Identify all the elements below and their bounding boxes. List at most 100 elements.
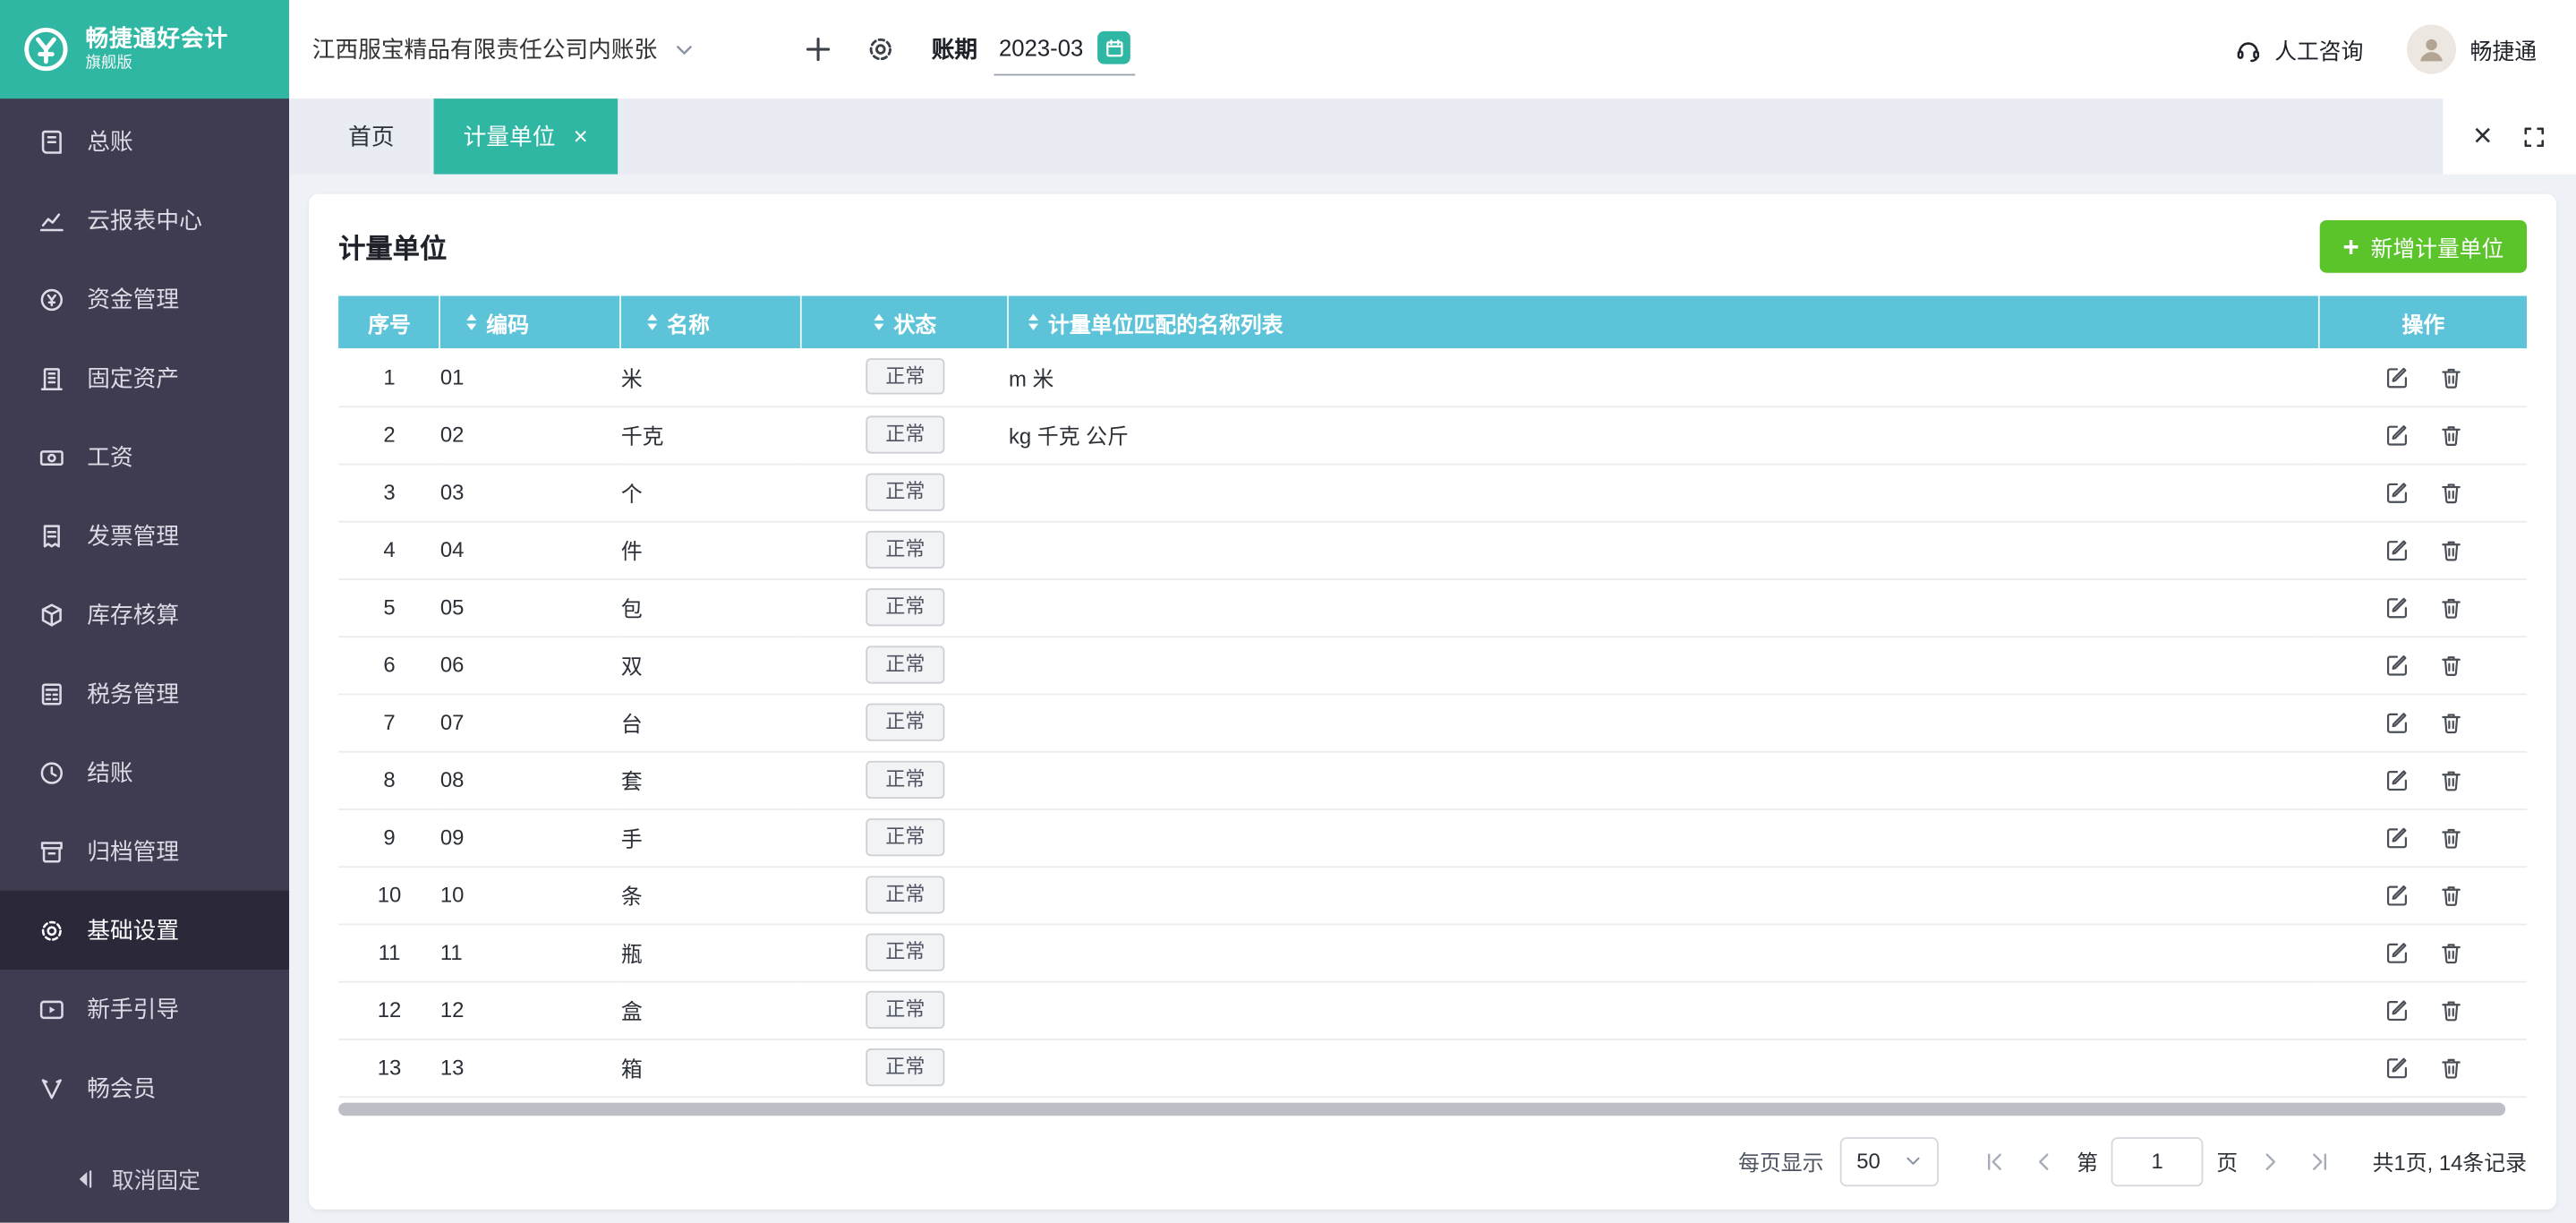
edit-icon[interactable]: [2383, 422, 2409, 448]
first-page-icon[interactable]: [1975, 1142, 2014, 1181]
column-label: 名称: [667, 311, 710, 337]
sidebar-item-label: 固定资产: [87, 364, 180, 391]
column-header-3[interactable]: 名称: [620, 295, 802, 349]
edit-icon[interactable]: [2383, 710, 2409, 736]
next-page-icon[interactable]: [2251, 1142, 2290, 1181]
cell-actions: [2319, 348, 2527, 407]
delete-icon[interactable]: [2437, 1055, 2463, 1081]
cell-status: 正常: [801, 406, 1009, 465]
cell-code: 12: [439, 980, 621, 1039]
edit-icon[interactable]: [2383, 594, 2409, 620]
sort-icon[interactable]: [647, 313, 658, 330]
cell-aliases: [1008, 808, 2320, 868]
main-column: 江西服宝精品有限责任公司内账张 账期 2023-03 人工咨询 畅捷通 首页 计…: [289, 0, 2576, 1223]
period-picker[interactable]: 2023-03: [994, 23, 1137, 76]
edit-icon[interactable]: [2383, 997, 2409, 1023]
sidebar-item-4[interactable]: 固定资产: [0, 338, 289, 417]
sort-icon[interactable]: [874, 313, 884, 330]
sidebar-item-1[interactable]: 总账: [0, 102, 289, 181]
delete-icon[interactable]: [2437, 480, 2463, 506]
sidebar-item-8[interactable]: 税务管理: [0, 654, 289, 733]
add-unit-button[interactable]: + 新增计量单位: [2319, 219, 2527, 273]
column-label: 编码: [486, 311, 530, 337]
support-button[interactable]: 人工咨询: [2233, 33, 2363, 66]
delete-icon[interactable]: [2437, 537, 2463, 563]
delete-icon[interactable]: [2437, 997, 2463, 1023]
sidebar-item-12[interactable]: 新手引导: [0, 970, 289, 1048]
close-tab-icon[interactable]: ×: [2473, 120, 2492, 153]
cell-status: 正常: [801, 636, 1009, 695]
cell-code: 04: [439, 520, 621, 580]
sidebar-item-9[interactable]: 结账: [0, 733, 289, 812]
sidebar-item-10[interactable]: 归档管理: [0, 812, 289, 891]
edit-icon[interactable]: [2383, 480, 2409, 506]
column-header-2[interactable]: 编码: [439, 295, 621, 349]
delete-icon[interactable]: [2437, 767, 2463, 793]
column-label: 操作: [2401, 311, 2445, 337]
delete-icon[interactable]: [2437, 652, 2463, 678]
fixed-assets-icon: [38, 364, 65, 392]
delete-icon[interactable]: [2437, 422, 2463, 448]
edit-icon[interactable]: [2383, 1055, 2409, 1081]
edit-icon[interactable]: [2383, 825, 2409, 851]
cell-status: 正常: [801, 923, 1009, 982]
fullscreen-icon[interactable]: [2521, 124, 2546, 150]
cell-status: 正常: [801, 520, 1009, 580]
page-prefix: 第: [2077, 1150, 2099, 1176]
sidebar-item-5[interactable]: 工资: [0, 417, 289, 496]
edit-icon[interactable]: [2383, 882, 2409, 908]
tab-close-icon[interactable]: ×: [574, 124, 588, 150]
sort-icon[interactable]: [1028, 313, 1039, 330]
cell-code: 09: [439, 808, 621, 868]
sidebar-item-11[interactable]: 基础设置: [0, 890, 290, 970]
company-selector[interactable]: 江西服宝精品有限责任公司内账张: [312, 33, 695, 66]
cell-name: 米: [620, 348, 802, 407]
gear-icon[interactable]: [866, 35, 895, 64]
edit-icon[interactable]: [2383, 364, 2409, 390]
column-header-4[interactable]: 状态: [801, 295, 1009, 349]
table-row-8: 8 08 套 正常: [338, 750, 2527, 809]
status-badge: 正常: [866, 991, 945, 1029]
delete-icon[interactable]: [2437, 940, 2463, 966]
edit-icon[interactable]: [2383, 940, 2409, 966]
username[interactable]: 畅捷通: [2470, 33, 2537, 66]
sidebar-item-3[interactable]: 资金管理: [0, 260, 289, 338]
sidebar-item-6[interactable]: 发票管理: [0, 496, 289, 575]
cell-code: 03: [439, 463, 621, 522]
page-number-input[interactable]: [2111, 1136, 2204, 1186]
sidebar-item-label: 资金管理: [87, 286, 180, 312]
tab-1[interactable]: 首页: [309, 98, 433, 174]
sidebar-item-label: 总账: [87, 128, 133, 155]
cell-aliases: [1008, 463, 2320, 522]
edit-icon[interactable]: [2383, 652, 2409, 678]
cell-seq: 11: [338, 923, 440, 982]
salary-icon: [38, 443, 65, 471]
delete-icon[interactable]: [2437, 710, 2463, 736]
status-badge: 正常: [866, 531, 945, 569]
scrollbar-thumb[interactable]: [338, 1101, 2505, 1116]
edit-icon[interactable]: [2383, 537, 2409, 563]
delete-icon[interactable]: [2437, 364, 2463, 390]
per-page-select[interactable]: 50: [1839, 1136, 1939, 1186]
cell-status: 正常: [801, 750, 1009, 809]
delete-icon[interactable]: [2437, 594, 2463, 620]
cell-status: 正常: [801, 808, 1009, 868]
prev-page-icon[interactable]: [2024, 1142, 2063, 1181]
unpin-sidebar-button[interactable]: 取消固定: [0, 1133, 289, 1222]
add-account-icon[interactable]: [804, 35, 833, 64]
delete-icon[interactable]: [2437, 882, 2463, 908]
column-header-5[interactable]: 计量单位匹配的名称列表: [1008, 295, 2320, 349]
sidebar-item-7[interactable]: 库存核算: [0, 575, 289, 654]
cell-name: 箱: [620, 1039, 802, 1098]
horizontal-scrollbar[interactable]: [338, 1101, 2527, 1116]
avatar[interactable]: [2406, 24, 2456, 74]
sidebar-item-13[interactable]: 畅会员: [0, 1048, 289, 1127]
edit-icon[interactable]: [2383, 767, 2409, 793]
sidebar-item-2[interactable]: 云报表中心: [0, 181, 289, 260]
tab-2[interactable]: 计量单位 ×: [433, 98, 618, 175]
sort-icon[interactable]: [466, 313, 477, 330]
cell-code: 05: [439, 578, 621, 637]
cell-code: 02: [439, 406, 621, 465]
last-page-icon[interactable]: [2300, 1142, 2340, 1181]
delete-icon[interactable]: [2437, 825, 2463, 851]
